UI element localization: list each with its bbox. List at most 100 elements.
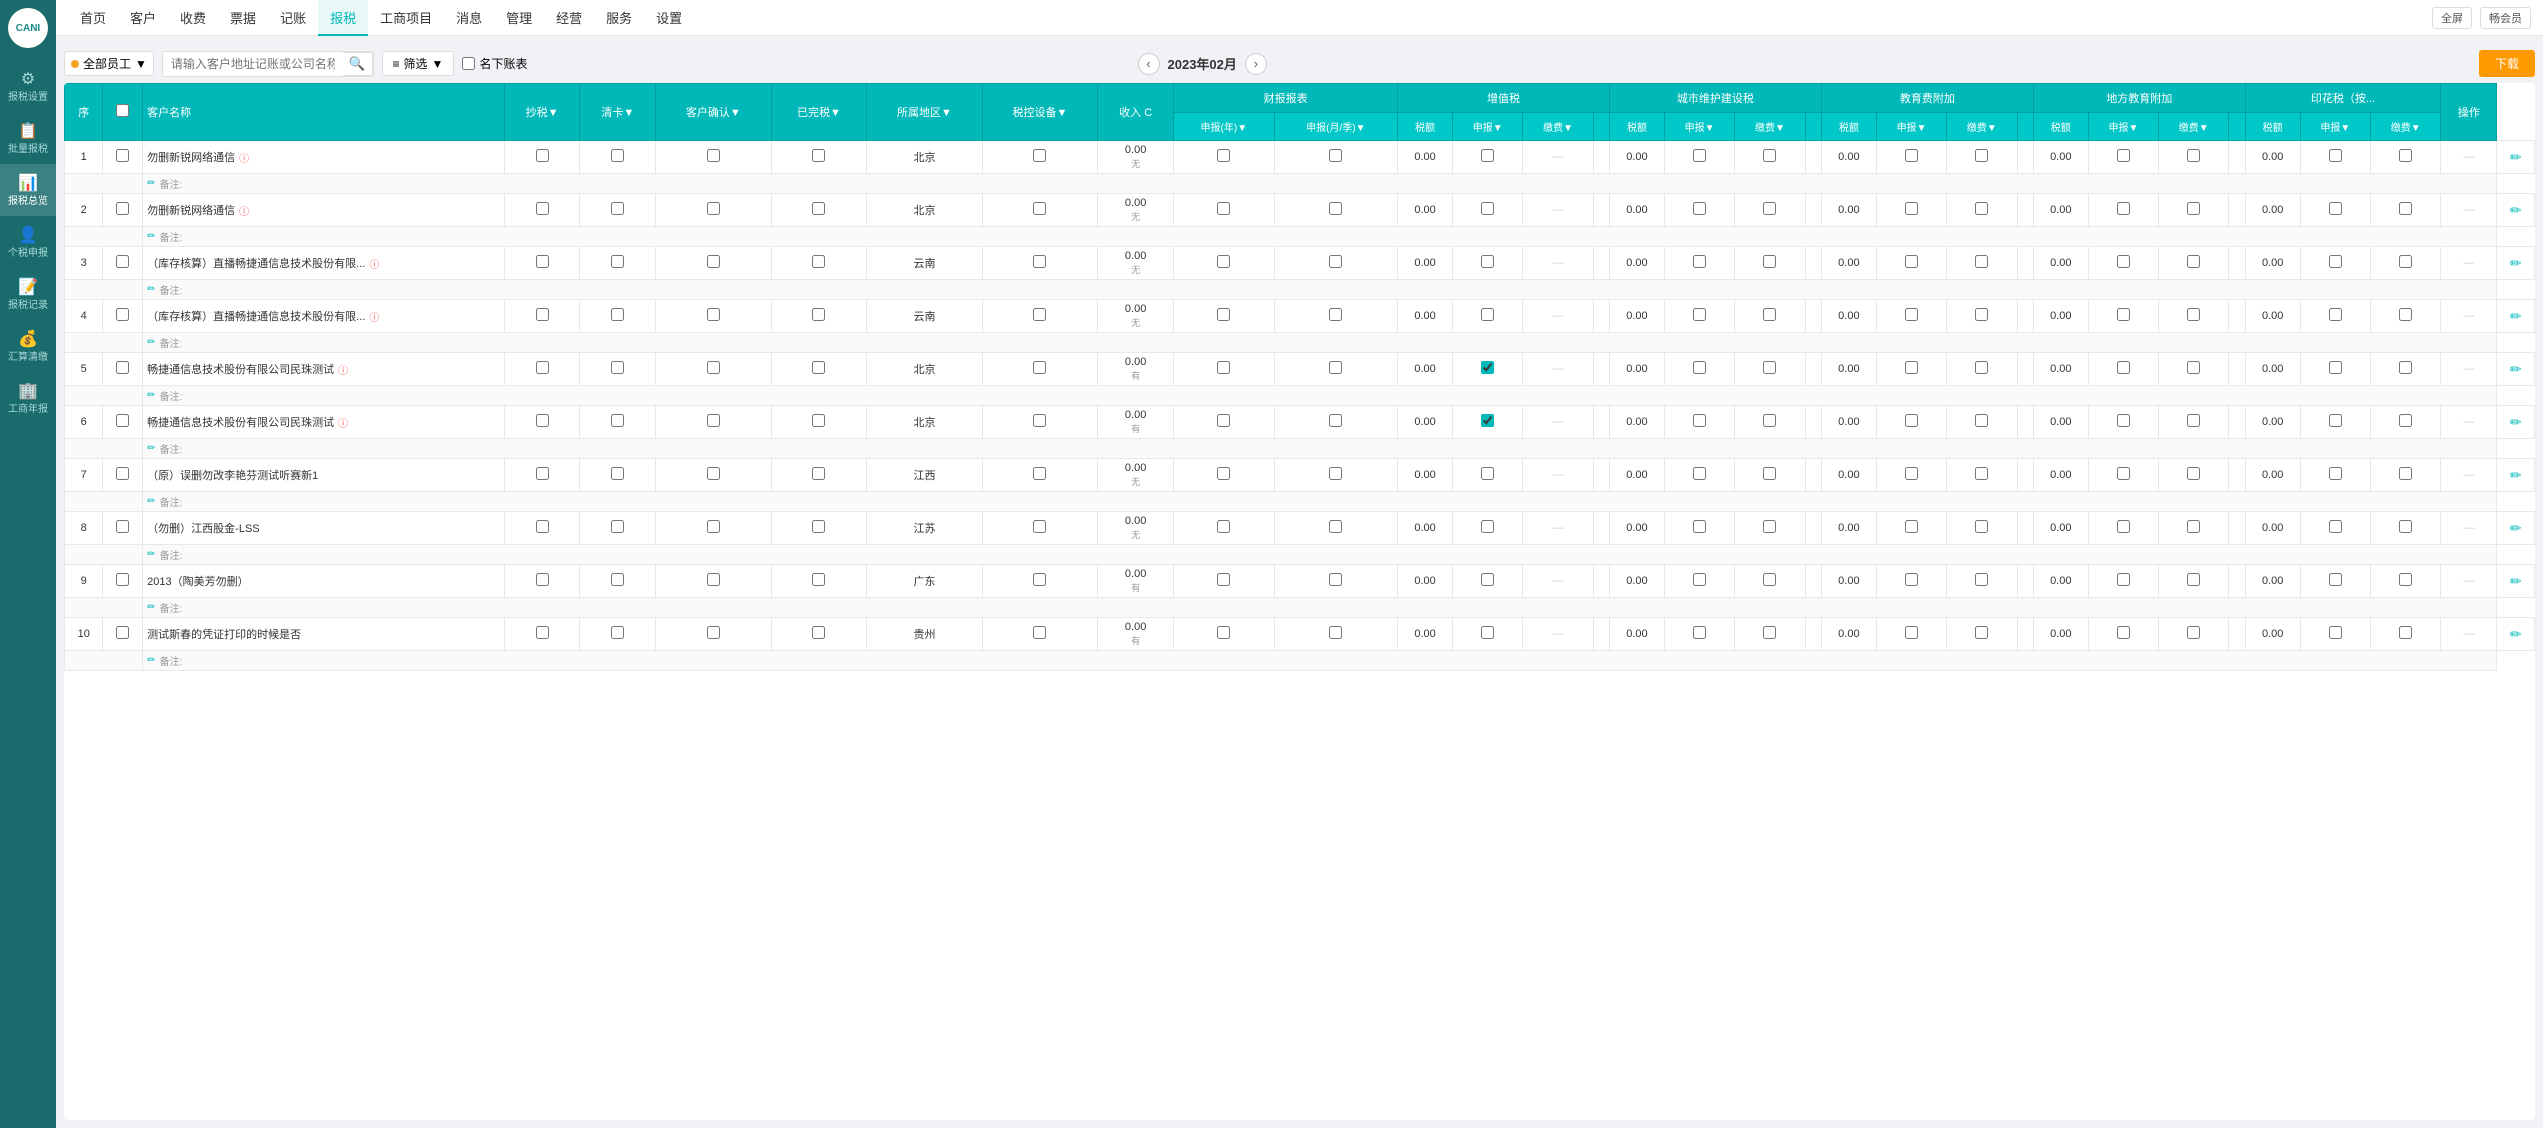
local-edu-checkbox-cell[interactable]: [2088, 459, 2158, 492]
stamp-checkbox-cell[interactable]: [2300, 247, 2370, 280]
edu-checkbox-cell[interactable]: [1947, 406, 2017, 439]
city-checkbox[interactable]: [1693, 255, 1706, 268]
row-checkbox[interactable]: [116, 202, 129, 215]
sidebar-item-tax-overview[interactable]: 📊 报税总览: [0, 164, 56, 216]
financial-report-checkbox[interactable]: [1217, 520, 1230, 533]
financial-report-cell[interactable]: [1174, 406, 1274, 439]
edit-button[interactable]: ✏: [2510, 149, 2522, 165]
city-checkbox-cell[interactable]: [1664, 406, 1734, 439]
city-checkbox-cell[interactable]: [1735, 247, 1805, 280]
vat-checkbox-cell[interactable]: [1453, 565, 1523, 598]
action-cell[interactable]: ✏: [2497, 512, 2535, 545]
status-checkbox-cell[interactable]: [656, 565, 771, 598]
tax-device-checkbox[interactable]: [1033, 414, 1046, 427]
city-checkbox[interactable]: [1763, 149, 1776, 162]
city-checkbox-cell[interactable]: [1805, 247, 1821, 280]
city-checkbox[interactable]: [1763, 626, 1776, 639]
nav-bookkeeping[interactable]: 记账: [268, 0, 318, 36]
edu-checkbox-cell[interactable]: [1947, 459, 2017, 492]
city-checkbox-cell[interactable]: [1805, 406, 1821, 439]
note-edit-icon[interactable]: ✏: [147, 284, 155, 295]
sidebar-item-personal-tax[interactable]: 👤 个税申报: [0, 216, 56, 268]
prev-month-button[interactable]: ‹: [1138, 53, 1160, 75]
status-checkbox-cell[interactable]: [771, 194, 867, 227]
local-edu-checkbox[interactable]: [2117, 255, 2130, 268]
local-edu-checkbox[interactable]: [2187, 149, 2200, 162]
member-button[interactable]: 畅会员: [2480, 7, 2531, 29]
vat-checkbox-cell[interactable]: —: [1523, 512, 1593, 545]
named-checkbox[interactable]: [462, 57, 475, 70]
local-edu-checkbox[interactable]: [2117, 414, 2130, 427]
city-checkbox[interactable]: [1763, 202, 1776, 215]
local-edu-checkbox[interactable]: [2187, 308, 2200, 321]
local-edu-checkbox[interactable]: [2117, 361, 2130, 374]
local-edu-checkbox-cell[interactable]: [2229, 459, 2245, 492]
status-checkbox[interactable]: [611, 626, 624, 639]
financial-report-cell[interactable]: [1274, 406, 1398, 439]
financial-report-checkbox[interactable]: [1329, 361, 1342, 374]
vat-checkbox-cell[interactable]: [1453, 459, 1523, 492]
financial-report-checkbox[interactable]: [1217, 308, 1230, 321]
city-checkbox-cell[interactable]: [1805, 194, 1821, 227]
stamp-checkbox-cell[interactable]: [2371, 406, 2441, 439]
city-checkbox-cell[interactable]: [1664, 141, 1734, 174]
financial-report-checkbox[interactable]: [1329, 202, 1342, 215]
status-checkbox-cell[interactable]: [504, 194, 580, 227]
sidebar-item-tax-settings[interactable]: ⚙ 报税设置: [0, 60, 56, 112]
edu-checkbox-cell[interactable]: [1947, 194, 2017, 227]
city-checkbox[interactable]: [1693, 573, 1706, 586]
local-edu-checkbox[interactable]: [2187, 573, 2200, 586]
nav-settings[interactable]: 设置: [644, 0, 694, 36]
stamp-checkbox[interactable]: [2399, 255, 2412, 268]
status-checkbox[interactable]: [536, 520, 549, 533]
status-checkbox-cell[interactable]: [656, 406, 771, 439]
status-checkbox[interactable]: [536, 573, 549, 586]
status-checkbox[interactable]: [611, 255, 624, 268]
edu-checkbox-cell[interactable]: [1947, 512, 2017, 545]
city-checkbox[interactable]: [1763, 255, 1776, 268]
city-checkbox[interactable]: [1693, 308, 1706, 321]
vat-checkbox-cell[interactable]: [1453, 300, 1523, 333]
local-edu-checkbox[interactable]: [2187, 626, 2200, 639]
tax-device-checkbox[interactable]: [1033, 626, 1046, 639]
edu-checkbox-cell[interactable]: [2017, 406, 2033, 439]
financial-report-cell[interactable]: [1274, 141, 1398, 174]
status-checkbox-cell[interactable]: [771, 565, 867, 598]
stamp-checkbox[interactable]: [2399, 361, 2412, 374]
local-edu-checkbox-cell[interactable]: [2159, 618, 2229, 651]
data-table-container[interactable]: 序 客户名称 抄税▼ 清卡▼ 客户确认▼ 已完税▼ 所属地区▼ 税控设备▼ 收入…: [64, 83, 2535, 1120]
local-edu-checkbox-cell[interactable]: [2229, 247, 2245, 280]
row-checkbox-cell[interactable]: [103, 406, 143, 439]
local-edu-checkbox[interactable]: [2117, 149, 2130, 162]
local-edu-checkbox-cell[interactable]: [2159, 194, 2229, 227]
status-checkbox-cell[interactable]: [580, 406, 656, 439]
stamp-checkbox[interactable]: [2399, 308, 2412, 321]
local-edu-checkbox[interactable]: [2187, 202, 2200, 215]
local-edu-checkbox-cell[interactable]: [2088, 618, 2158, 651]
status-checkbox-cell[interactable]: [504, 618, 580, 651]
edu-checkbox[interactable]: [1975, 308, 1988, 321]
tax-device-checkbox[interactable]: [1033, 573, 1046, 586]
edu-checkbox[interactable]: [1975, 414, 1988, 427]
status-checkbox-cell[interactable]: [504, 459, 580, 492]
status-checkbox-cell[interactable]: [504, 353, 580, 386]
city-checkbox[interactable]: [1693, 149, 1706, 162]
financial-report-cell[interactable]: [1274, 512, 1398, 545]
stamp-checkbox[interactable]: [2399, 467, 2412, 480]
edit-button[interactable]: ✏: [2510, 520, 2522, 536]
nav-client[interactable]: 客户: [118, 0, 168, 36]
vat-checkbox-cell[interactable]: —: [1523, 194, 1593, 227]
stamp-checkbox[interactable]: [2329, 149, 2342, 162]
stamp-checkbox[interactable]: [2329, 520, 2342, 533]
status-checkbox[interactable]: [536, 626, 549, 639]
financial-report-checkbox[interactable]: [1217, 573, 1230, 586]
local-edu-checkbox-cell[interactable]: [2229, 512, 2245, 545]
edu-checkbox-cell[interactable]: [2017, 618, 2033, 651]
status-checkbox[interactable]: [812, 308, 825, 321]
status-checkbox[interactable]: [707, 414, 720, 427]
status-checkbox-cell[interactable]: [771, 300, 867, 333]
action-cell[interactable]: ✏: [2497, 141, 2535, 174]
city-checkbox-cell[interactable]: [1735, 406, 1805, 439]
status-checkbox-cell[interactable]: [580, 512, 656, 545]
stamp-checkbox[interactable]: [2399, 414, 2412, 427]
